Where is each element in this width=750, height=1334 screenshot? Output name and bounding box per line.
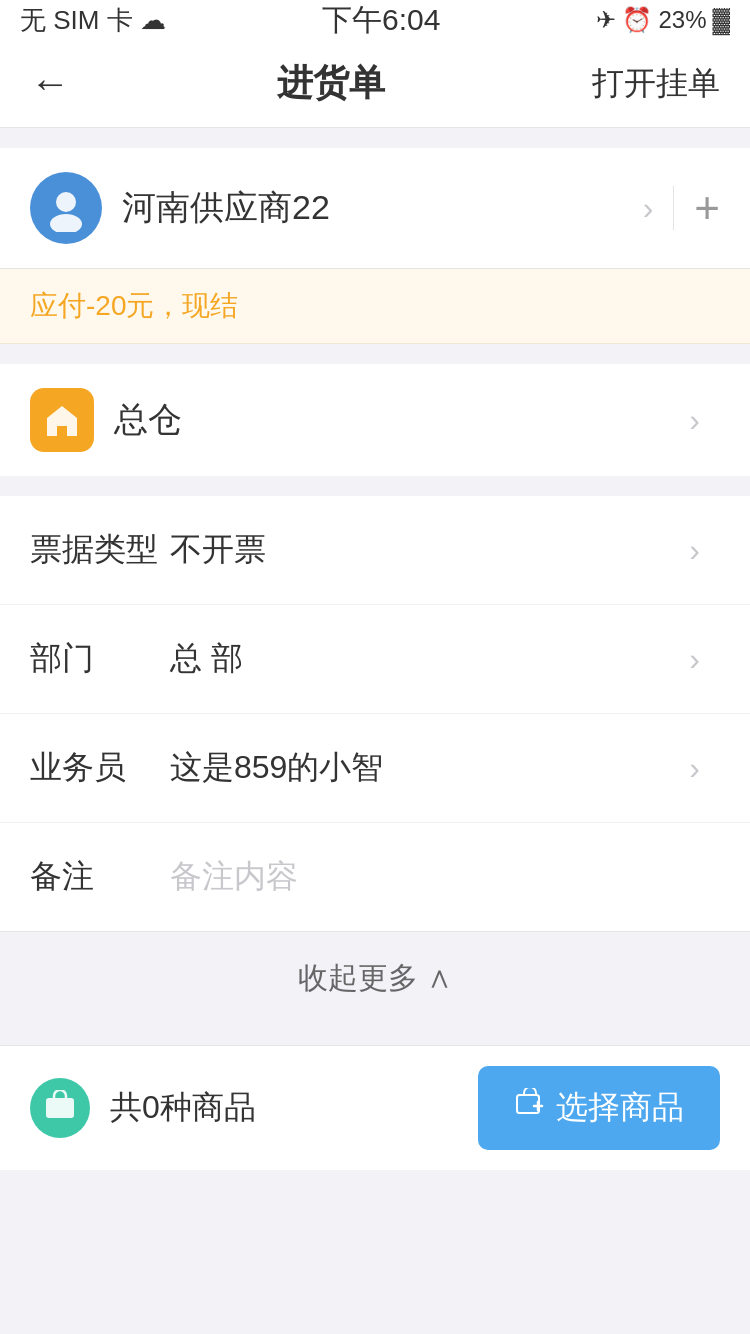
section-separator-4 xyxy=(0,1025,750,1045)
battery-icon: ▓ xyxy=(713,6,731,34)
remark-label: 备注 xyxy=(30,855,170,899)
remark-input[interactable]: 备注内容 xyxy=(170,855,720,899)
salesperson-row[interactable]: 业务员 这是859的小智 › xyxy=(0,713,750,822)
supplier-chevron-icon: › xyxy=(643,190,654,227)
warehouse-icon xyxy=(30,388,94,452)
product-count: 共0种商品 xyxy=(110,1086,478,1130)
warehouse-name: 总仓 xyxy=(114,397,689,443)
notice-text: 应付-20元，现结 xyxy=(30,290,238,321)
alarm-icon: ⏰ xyxy=(622,6,652,34)
bottom-bar: 共0种商品 选择商品 xyxy=(0,1045,750,1170)
supplier-name: 河南供应商22 xyxy=(122,185,643,231)
section-separator-1 xyxy=(0,128,750,148)
select-product-icon xyxy=(514,1088,546,1128)
product-icon xyxy=(30,1078,90,1138)
warehouse-row[interactable]: 总仓 › xyxy=(0,364,750,476)
back-button[interactable]: ← xyxy=(30,61,70,106)
salesperson-label: 业务员 xyxy=(30,746,170,790)
select-product-label: 选择商品 xyxy=(556,1086,684,1130)
nav-bar: ← 进货单 打开挂单 xyxy=(0,40,750,128)
department-row[interactable]: 部门 总 部 › xyxy=(0,604,750,713)
supplier-section: 河南供应商22 › + 应付-20元，现结 xyxy=(0,148,750,344)
svg-point-0 xyxy=(56,192,76,212)
sim-status: 无 SIM 卡 ☁ xyxy=(20,3,166,38)
department-chevron-icon: › xyxy=(689,641,700,678)
supplier-avatar xyxy=(30,172,102,244)
section-separator-2 xyxy=(0,344,750,364)
remark-row[interactable]: 备注 备注内容 xyxy=(0,822,750,931)
salesperson-chevron-icon: › xyxy=(689,750,700,787)
location-icon: ✈ xyxy=(596,6,616,34)
select-product-button[interactable]: 选择商品 xyxy=(478,1066,720,1150)
battery-percent: 23% xyxy=(658,6,706,34)
open-pending-button[interactable]: 打开挂单 xyxy=(592,62,720,106)
salesperson-value: 这是859的小智 xyxy=(170,746,689,790)
department-value: 总 部 xyxy=(170,637,689,681)
form-section: 票据类型 不开票 › 部门 总 部 › 业务员 这是859的小智 › 备注 备注… xyxy=(0,496,750,931)
invoice-chevron-icon: › xyxy=(689,532,700,569)
svg-rect-3 xyxy=(46,1098,74,1118)
svg-point-1 xyxy=(50,214,82,232)
supplier-row[interactable]: 河南供应商22 › + xyxy=(0,148,750,269)
notice-bar: 应付-20元，现结 xyxy=(0,269,750,344)
status-time: 下午6:04 xyxy=(322,0,440,41)
svg-rect-2 xyxy=(59,427,65,436)
section-separator-3 xyxy=(0,476,750,496)
status-left: 无 SIM 卡 ☁ xyxy=(20,3,166,38)
page-title: 进货单 xyxy=(277,59,385,108)
status-right: ✈ ⏰ 23% ▓ xyxy=(596,6,730,34)
invoice-type-label: 票据类型 xyxy=(30,528,170,572)
add-supplier-button[interactable]: + xyxy=(673,186,720,230)
invoice-type-row[interactable]: 票据类型 不开票 › xyxy=(0,496,750,604)
warehouse-section: 总仓 › xyxy=(0,364,750,476)
status-bar: 无 SIM 卡 ☁ 下午6:04 ✈ ⏰ 23% ▓ xyxy=(0,0,750,40)
invoice-type-value: 不开票 xyxy=(170,528,689,572)
svg-rect-4 xyxy=(517,1095,539,1113)
warehouse-chevron-icon: › xyxy=(689,402,700,439)
collapse-label: 收起更多 ∧ xyxy=(298,961,451,994)
collapse-button[interactable]: 收起更多 ∧ xyxy=(0,931,750,1025)
department-label: 部门 xyxy=(30,637,170,681)
